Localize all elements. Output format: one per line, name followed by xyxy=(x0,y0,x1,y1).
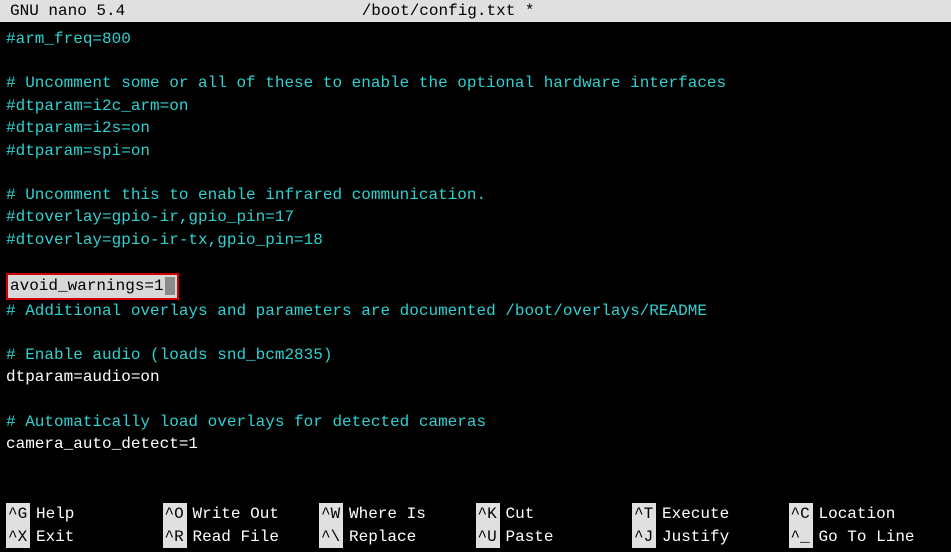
editor-area[interactable]: #arm_freq=800 # Uncomment some or all of… xyxy=(0,22,951,455)
editor-line xyxy=(6,251,945,273)
titlebar: GNU nano 5.4 /boot/config.txt * xyxy=(0,0,951,22)
editor-line-highlighted: avoid_warnings=1 xyxy=(6,273,945,299)
shortcut-cut[interactable]: ^KCut xyxy=(476,503,633,525)
editor-line xyxy=(6,162,945,184)
editor-line: # Automatically load overlays for detect… xyxy=(6,411,945,433)
shortcut-read-file[interactable]: ^RRead File xyxy=(163,526,320,548)
editor-line: #dtparam=i2c_arm=on xyxy=(6,95,945,117)
shortcut-replace[interactable]: ^\Replace xyxy=(319,526,476,548)
editor-line: dtparam=audio=on xyxy=(6,366,945,388)
shortcut-row-1: ^GHelp ^OWrite Out ^WWhere Is ^KCut ^TEx… xyxy=(6,503,945,525)
editor-line: camera_auto_detect=1 xyxy=(6,433,945,455)
editor-line: #arm_freq=800 xyxy=(6,28,945,50)
shortcut-location[interactable]: ^CLocation xyxy=(789,503,946,525)
shortcut-justify[interactable]: ^JJustify xyxy=(632,526,789,548)
shortcut-execute[interactable]: ^TExecute xyxy=(632,503,789,525)
shortcut-row-2: ^XExit ^RRead File ^\Replace ^UPaste ^JJ… xyxy=(6,526,945,548)
editor-line xyxy=(6,389,945,411)
editor-line: #dtoverlay=gpio-ir-tx,gpio_pin=18 xyxy=(6,229,945,251)
editor-line: #dtparam=spi=on xyxy=(6,140,945,162)
editor-line: # Additional overlays and parameters are… xyxy=(6,300,945,322)
editor-line: # Uncomment this to enable infrared comm… xyxy=(6,184,945,206)
cursor xyxy=(165,277,175,295)
shortcut-go-to-line[interactable]: ^_Go To Line xyxy=(789,526,946,548)
editor-line: #dtoverlay=gpio-ir,gpio_pin=17 xyxy=(6,206,945,228)
editor-line xyxy=(6,322,945,344)
filename: /boot/config.txt * xyxy=(125,0,771,22)
editor-line: # Uncomment some or all of these to enab… xyxy=(6,72,945,94)
editor-line: # Enable audio (loads snd_bcm2835) xyxy=(6,344,945,366)
shortcut-exit[interactable]: ^XExit xyxy=(6,526,163,548)
shortcut-paste[interactable]: ^UPaste xyxy=(476,526,633,548)
shortcut-help[interactable]: ^GHelp xyxy=(6,503,163,525)
shortcut-write-out[interactable]: ^OWrite Out xyxy=(163,503,320,525)
editor-line xyxy=(6,50,945,72)
app-name: GNU nano 5.4 xyxy=(0,0,125,22)
titlebar-right xyxy=(771,0,951,22)
editor-line: #dtparam=i2s=on xyxy=(6,117,945,139)
shortcut-bar: ^GHelp ^OWrite Out ^WWhere Is ^KCut ^TEx… xyxy=(0,503,951,552)
shortcut-where-is[interactable]: ^WWhere Is xyxy=(319,503,476,525)
